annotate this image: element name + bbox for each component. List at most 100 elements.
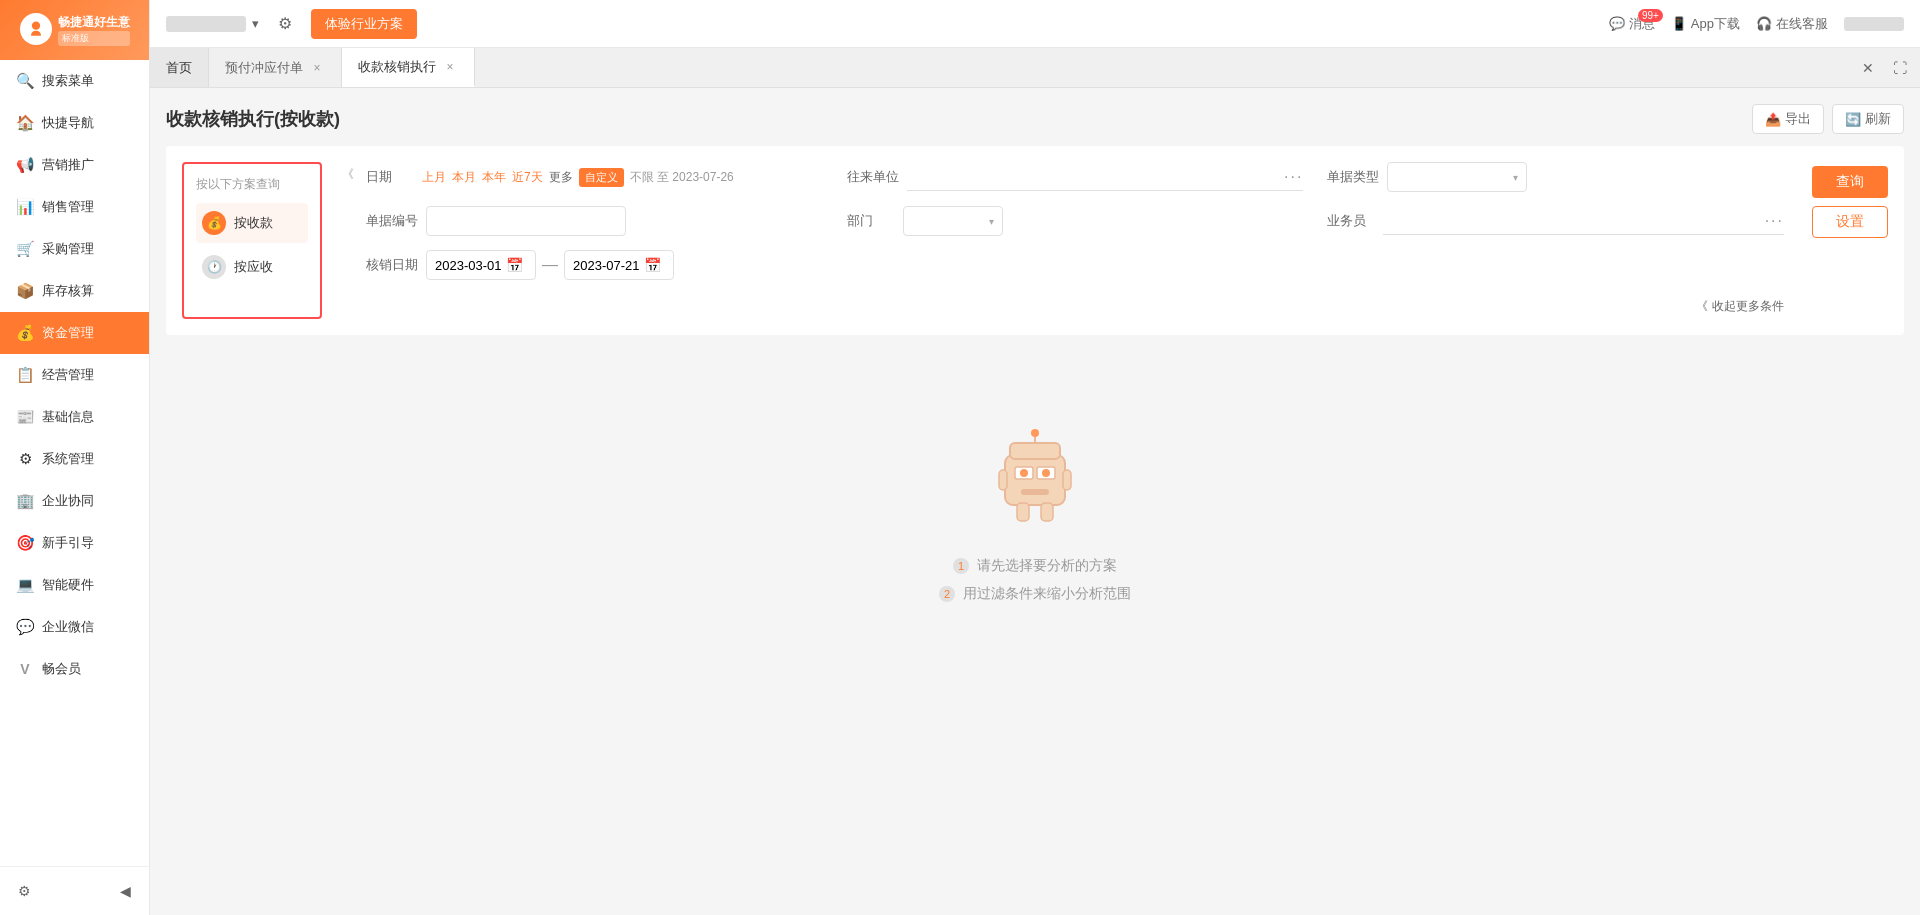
settings-btn[interactable]: ⚙ (271, 10, 299, 38)
building-icon: 🏢 (16, 492, 34, 510)
message-icon: 💬 (1609, 16, 1625, 31)
company-name (166, 16, 246, 32)
filter-sidebar-title: 按以下方案查询 (196, 176, 308, 193)
svg-point-5 (1042, 469, 1050, 477)
refresh-icon: 🔄 (1845, 112, 1861, 127)
voucher-no-label: 单据编号 (366, 212, 418, 230)
download-icon: 📱 (1671, 16, 1687, 31)
svg-rect-8 (1063, 470, 1071, 490)
sidebar-item-enterprise[interactable]: 🏢 企业协同 (0, 480, 149, 522)
sidebar-navigation: 🔍 搜索菜单 🏠 快捷导航 📢 营销推广 📊 销售管理 🛒 采购管理 📦 库存核… (0, 60, 149, 866)
sidebar-item-marketing[interactable]: 📢 营销推广 (0, 144, 149, 186)
dropdown-arrow-icon: ▾ (252, 16, 259, 31)
receipt-filter-icon: 💰 (202, 211, 226, 235)
page-actions: 📤 导出 🔄 刷新 (1752, 104, 1904, 134)
sidebar-item-guide[interactable]: 🎯 新手引导 (0, 522, 149, 564)
shortcut-custom[interactable]: 自定义 (579, 168, 624, 187)
shortcut-last-month[interactable]: 上月 (422, 169, 446, 186)
voucher-no-input[interactable] (426, 206, 626, 236)
collapse-sidebar-btn[interactable]: ◀ (113, 879, 137, 903)
voucher-no-field: 单据编号 (366, 206, 823, 236)
tab-prepay[interactable]: 预付冲应付单 × (209, 48, 342, 87)
query-btn[interactable]: 查询 (1812, 166, 1888, 198)
prepay-tab-label: 预付冲应付单 (225, 59, 303, 77)
svg-point-13 (1031, 429, 1039, 437)
staff-selector[interactable]: ··· (1383, 208, 1784, 235)
sidebar-item-sales[interactable]: 📊 销售管理 (0, 186, 149, 228)
partner-selector[interactable]: ··· (907, 164, 1304, 191)
date-label: 日期 (366, 168, 414, 186)
finance-icon: 💰 (16, 324, 34, 342)
receivable-filter-icon: 🕐 (202, 255, 226, 279)
sidebar-item-system[interactable]: ⚙ 系统管理 (0, 438, 149, 480)
dept-select[interactable]: ▾ (903, 206, 1003, 236)
message-badge: 99+ (1638, 9, 1663, 22)
home-icon: 🏠 (16, 114, 34, 132)
tabbar-actions: ✕ ⛶ (1856, 56, 1912, 80)
sidebar-item-quick-nav[interactable]: 🏠 快捷导航 (0, 102, 149, 144)
app-download-btn[interactable]: 📱 App下载 (1671, 15, 1740, 33)
box-icon: 📦 (16, 282, 34, 300)
settings-footer-btn[interactable]: ⚙ (12, 879, 36, 903)
sidebar-item-vip[interactable]: V 畅会员 (0, 648, 149, 690)
sidebar-item-operation[interactable]: 📋 经营管理 (0, 354, 149, 396)
svg-point-0 (31, 22, 39, 30)
app-logo: 畅捷通好生意 标准版 (0, 0, 149, 60)
refresh-btn[interactable]: 🔄 刷新 (1832, 104, 1904, 134)
gear-nav-icon: ⚙ (16, 450, 34, 468)
export-btn[interactable]: 📤 导出 (1752, 104, 1824, 134)
app-name: 畅捷通好生意 (58, 14, 130, 31)
tab-receipt[interactable]: 收款核销执行 × (342, 48, 475, 87)
sidebar-item-purchase[interactable]: 🛒 采购管理 (0, 228, 149, 270)
search-icon: 🔍 (16, 72, 34, 90)
shortcut-more[interactable]: 更多 (549, 169, 573, 186)
filter-option-by-receipt[interactable]: 💰 按收款 (196, 203, 308, 243)
filter-option-by-receivable[interactable]: 🕐 按应收 (196, 247, 308, 287)
online-service-btn[interactable]: 🎧 在线客服 (1756, 15, 1828, 33)
company-selector[interactable]: ▾ (166, 16, 259, 32)
voucher-type-select[interactable]: ▾ (1387, 162, 1527, 192)
calendar-end-icon[interactable]: 📅 (644, 257, 661, 273)
industry-solution-btn[interactable]: 体验行业方案 (311, 9, 417, 39)
sidebar-item-wechat[interactable]: 💬 企业微信 (0, 606, 149, 648)
close-receipt-tab[interactable]: × (442, 59, 458, 75)
shortcut-this-month[interactable]: 本月 (452, 169, 476, 186)
shortcut-7days[interactable]: 近7天 (512, 169, 543, 186)
fullscreen-btn[interactable]: ⛶ (1888, 56, 1912, 80)
megaphone-icon: 📢 (16, 156, 34, 174)
sidebar-footer: ⚙ ◀ (0, 866, 149, 915)
query-row-3: 核销日期 2023-03-01 📅 — 2023-07-21 (366, 250, 1784, 280)
date-field: 日期 上月 本月 本年 近7天 更多 自定义 不限 至 2023-07-26 (366, 168, 823, 187)
app-version: 标准版 (58, 31, 130, 46)
message-btn[interactable]: 💬 消息 99+ (1609, 15, 1655, 33)
date-no-limit: 不限 至 2023-07-26 (630, 169, 734, 186)
sidebar-item-inventory[interactable]: 📦 库存核算 (0, 270, 149, 312)
filter-sidebar: 按以下方案查询 💰 按收款 🕐 按应收 (182, 162, 322, 319)
shortcut-this-year[interactable]: 本年 (482, 169, 506, 186)
empty-illustration (975, 415, 1095, 535)
query-row-1: 日期 上月 本月 本年 近7天 更多 自定义 不限 至 2023-07-26 (366, 162, 1784, 192)
verify-date-field: 核销日期 2023-03-01 📅 — 2023-07-21 (366, 250, 1784, 280)
setting-btn[interactable]: 设置 (1812, 206, 1888, 238)
user-info (1844, 17, 1904, 31)
partner-label: 往来单位 (847, 168, 899, 186)
verify-date-start-input[interactable]: 2023-03-01 📅 (426, 250, 536, 280)
verify-date-range: 2023-03-01 📅 — 2023-07-21 📅 (426, 250, 674, 280)
tab-home[interactable]: 首页 (150, 48, 209, 87)
collapse-more-btn[interactable]: 《 收起更多条件 (366, 294, 1784, 319)
sidebar-item-finance[interactable]: 💰 资金管理 (0, 312, 149, 354)
sidebar-item-smart-hw[interactable]: 💻 智能硬件 (0, 564, 149, 606)
sidebar-item-search[interactable]: 🔍 搜索菜单 (0, 60, 149, 102)
calendar-start-icon[interactable]: 📅 (506, 257, 523, 273)
voucher-type-field: 单据类型 ▾ (1327, 162, 1784, 192)
sidebar-item-basic-info[interactable]: 📰 基础信息 (0, 396, 149, 438)
verify-date-end-value: 2023-07-21 (573, 258, 640, 273)
newspaper-icon: 📰 (16, 408, 34, 426)
verify-date-end-input[interactable]: 2023-07-21 📅 (564, 250, 674, 280)
collapse-filter-btn[interactable]: 《 (338, 162, 358, 319)
topbar-left: ▾ ⚙ 体验行业方案 (166, 9, 417, 39)
close-prepay-tab[interactable]: × (309, 60, 325, 76)
svg-rect-6 (1021, 489, 1049, 495)
empty-hint-2: 2 用过滤条件来缩小分析范围 (939, 579, 1131, 607)
close-window-btn[interactable]: ✕ (1856, 56, 1880, 80)
